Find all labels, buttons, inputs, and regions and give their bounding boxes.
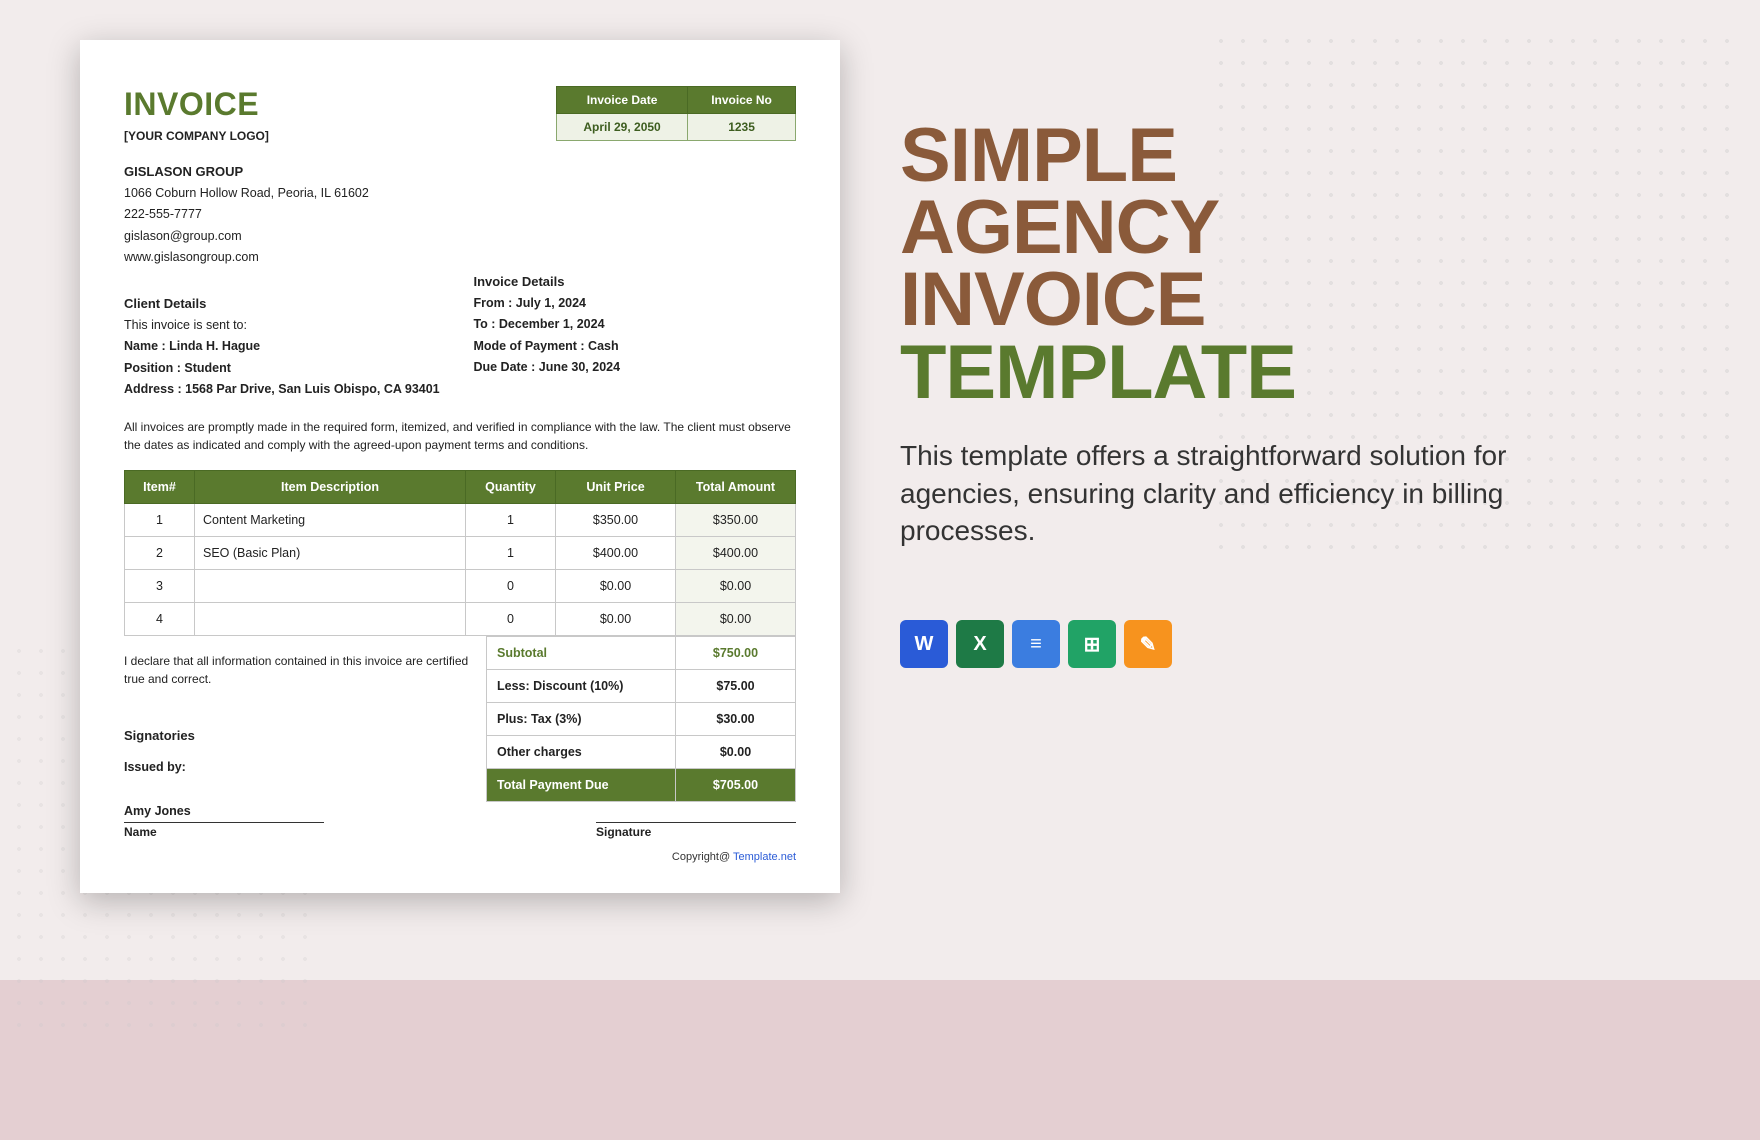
details-heading: Invoice Details xyxy=(473,274,796,289)
invoice-date-value: April 29, 2050 xyxy=(557,114,688,141)
client-position: Position : Student xyxy=(124,358,447,379)
col-total: Total Amount xyxy=(676,471,796,504)
invoice-document: INVOICE [YOUR COMPANY LOGO] Invoice Date… xyxy=(80,40,840,893)
subtotal-value: $750.00 xyxy=(676,637,796,670)
col-qty: Quantity xyxy=(466,471,556,504)
declaration: I declare that all information contained… xyxy=(124,652,473,688)
invoice-no-header: Invoice No xyxy=(688,87,796,114)
invoice-meta-table: Invoice Date Invoice No April 29, 2050 1… xyxy=(556,86,796,141)
google-sheets-icon: ⊞ xyxy=(1068,620,1116,668)
issuer-name: Amy Jones xyxy=(124,804,324,820)
client-name: Name : Linda H. Hague xyxy=(124,336,447,357)
details-from: From : July 1, 2024 xyxy=(473,293,796,314)
invoice-date-header: Invoice Date xyxy=(557,87,688,114)
app-icons: W X ≡ ⊞ ✎ xyxy=(900,620,1580,668)
invoice-disclaimer: All invoices are promptly made in the re… xyxy=(124,418,796,454)
details-mode: Mode of Payment : Cash xyxy=(473,336,796,357)
company-website: www.gislasongroup.com xyxy=(124,247,796,268)
details-due: Due Date : June 30, 2024 xyxy=(473,357,796,378)
col-unit: Unit Price xyxy=(556,471,676,504)
copyright: Copyright@ Template.net xyxy=(124,851,796,863)
table-row: 2 SEO (Basic Plan) 1 $400.00 $400.00 xyxy=(125,537,796,570)
word-icon: W xyxy=(900,620,948,668)
company-email: gislason@group.com xyxy=(124,226,796,247)
discount-label: Less: Discount (10%) xyxy=(487,670,676,703)
invoice-no-value: 1235 xyxy=(688,114,796,141)
google-docs-icon: ≡ xyxy=(1012,620,1060,668)
company-block: GISLASON GROUP 1066 Coburn Hollow Road, … xyxy=(124,161,796,268)
invoice-title: INVOICE xyxy=(124,86,269,123)
marketing-panel: SIMPLE AGENCY INVOICE TEMPLATE This temp… xyxy=(900,40,1580,668)
company-phone: 222-555-7777 xyxy=(124,204,796,225)
client-address: Address : 1568 Par Drive, San Luis Obisp… xyxy=(124,379,447,400)
items-table: Item# Item Description Quantity Unit Pri… xyxy=(124,470,796,636)
name-label: Name xyxy=(124,822,324,839)
excel-icon: X xyxy=(956,620,1004,668)
client-heading: Client Details xyxy=(124,296,447,311)
subtotal-label: Subtotal xyxy=(487,637,676,670)
col-desc: Item Description xyxy=(195,471,466,504)
issued-by-label: Issued by: xyxy=(124,757,796,778)
template-title: SIMPLE AGENCY INVOICE TEMPLATE xyxy=(900,120,1580,409)
client-intro: This invoice is sent to: xyxy=(124,315,447,336)
pages-icon: ✎ xyxy=(1124,620,1172,668)
table-row: 1 Content Marketing 1 $350.00 $350.00 xyxy=(125,504,796,537)
signatories-heading: Signatories xyxy=(124,728,796,743)
table-row: 3 0 $0.00 $0.00 xyxy=(125,570,796,603)
company-address: 1066 Coburn Hollow Road, Peoria, IL 6160… xyxy=(124,183,796,204)
table-row: 4 0 $0.00 $0.00 xyxy=(125,603,796,636)
logo-placeholder: [YOUR COMPANY LOGO] xyxy=(124,129,269,143)
company-name: GISLASON GROUP xyxy=(124,161,796,183)
template-blurb: This template offers a straightforward s… xyxy=(900,437,1580,550)
signature-label: Signature xyxy=(596,822,796,839)
col-item: Item# xyxy=(125,471,195,504)
discount-value: $75.00 xyxy=(676,670,796,703)
details-to: To : December 1, 2024 xyxy=(473,314,796,335)
